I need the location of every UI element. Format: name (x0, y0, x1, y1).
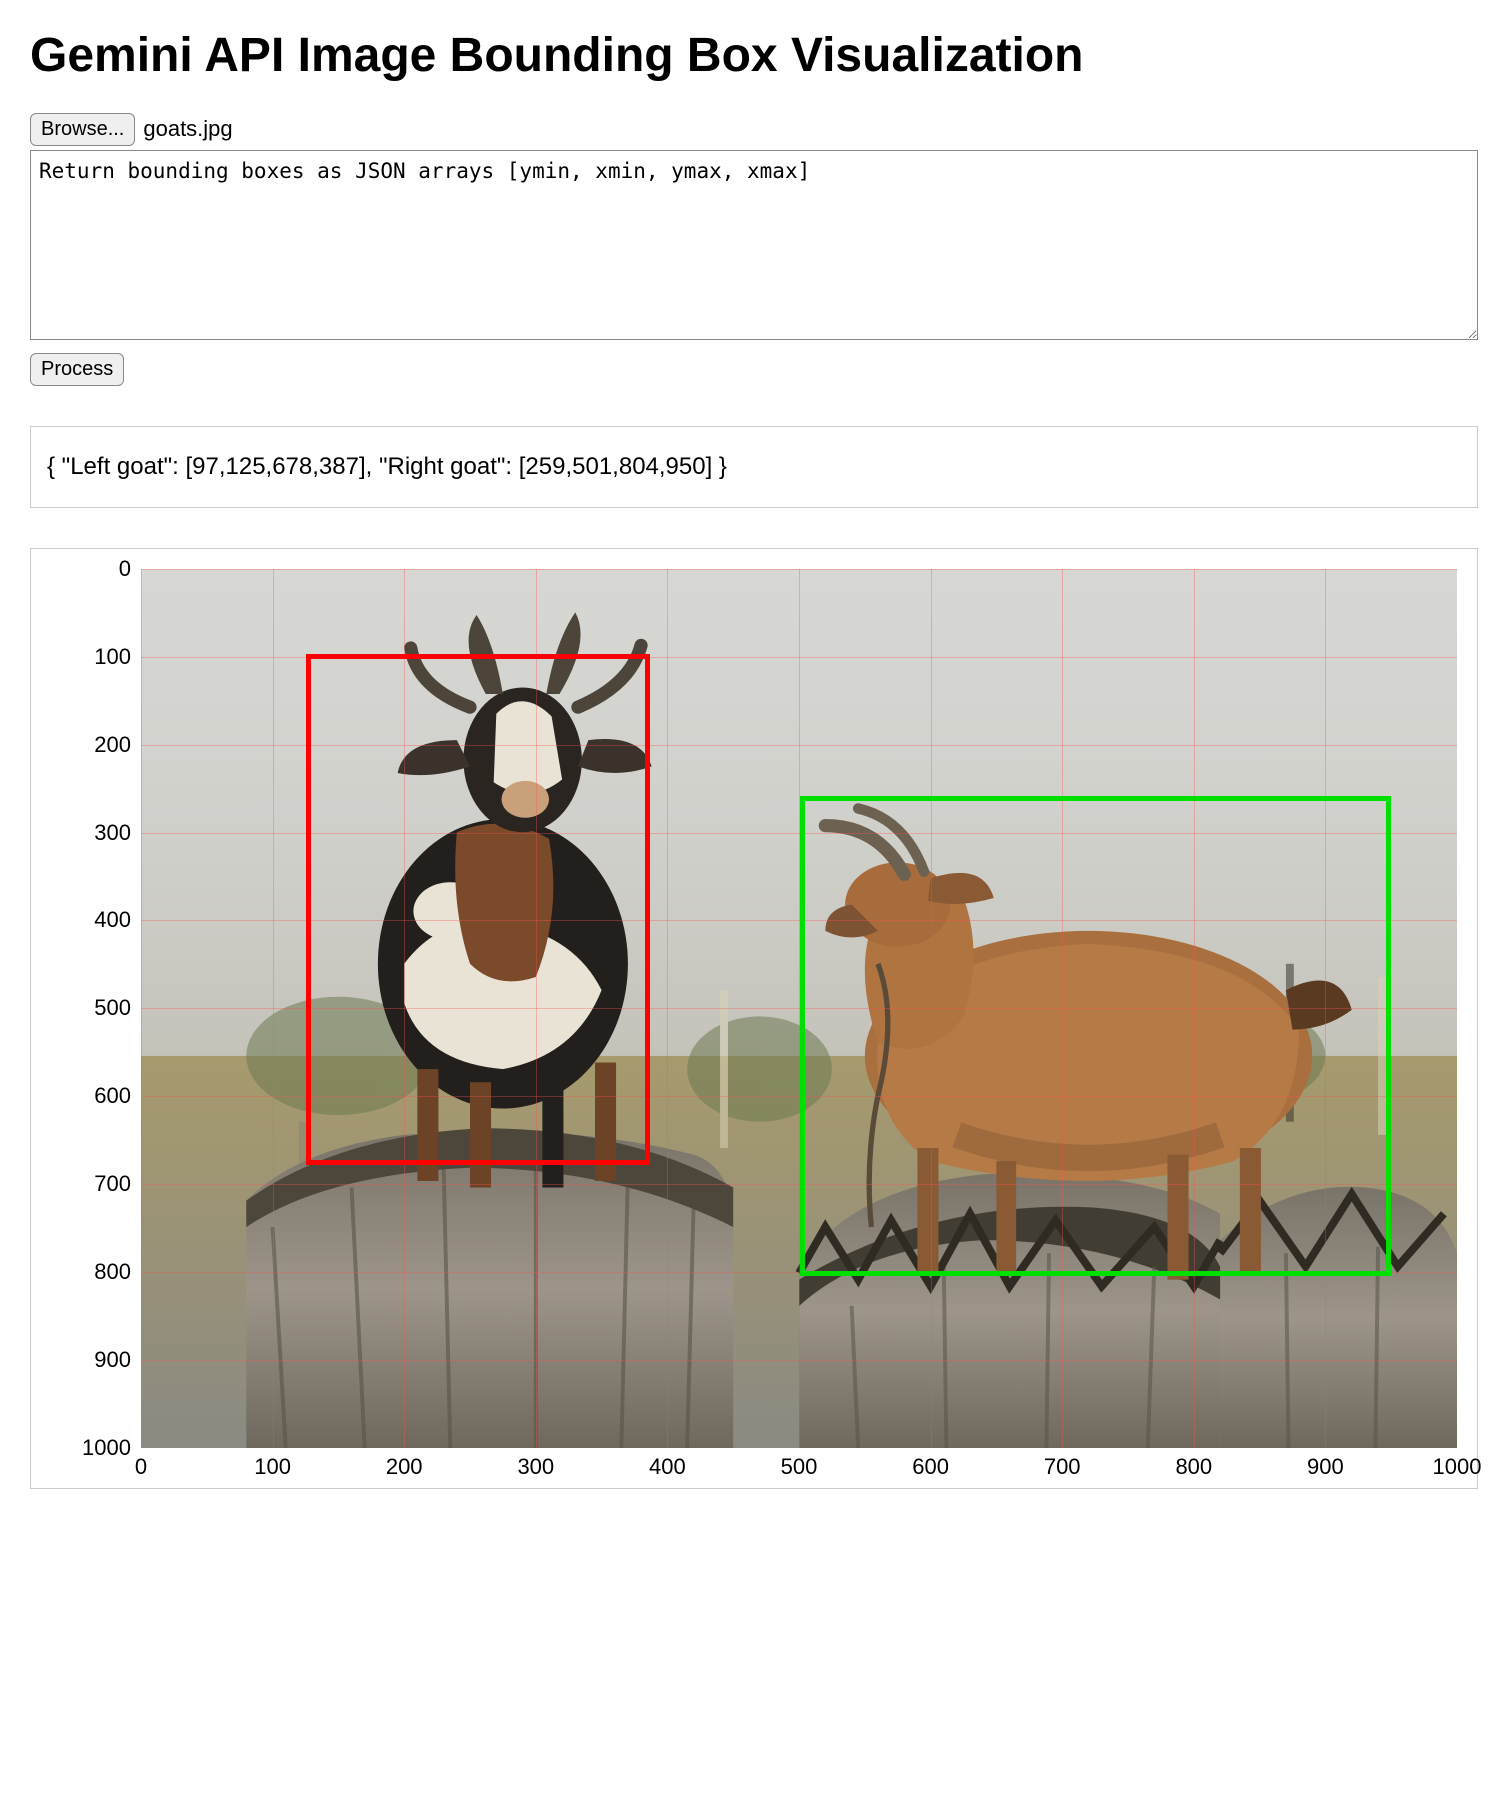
x-tick-label: 800 (1175, 1454, 1212, 1480)
y-tick-label: 200 (61, 732, 131, 758)
x-tick-label: 200 (386, 1454, 423, 1480)
y-tick-label: 300 (61, 820, 131, 846)
x-tick-label: 100 (254, 1454, 291, 1480)
bounding-box (800, 796, 1391, 1275)
browse-button[interactable]: Browse... (30, 113, 135, 146)
y-tick-label: 500 (61, 995, 131, 1021)
y-tick-label: 900 (61, 1347, 131, 1373)
x-tick-label: 900 (1307, 1454, 1344, 1480)
x-tick-label: 0 (135, 1454, 147, 1480)
file-input-row: Browse... goats.jpg (30, 113, 1478, 146)
x-tick-label: 300 (517, 1454, 554, 1480)
x-tick-label: 400 (649, 1454, 686, 1480)
bounding-box (306, 654, 651, 1165)
x-tick-label: 700 (1044, 1454, 1081, 1480)
y-tick-label: 1000 (61, 1435, 131, 1461)
x-tick-label: 1000 (1433, 1454, 1482, 1480)
api-output: { "Left goat": [97,125,678,387], "Right … (30, 426, 1478, 508)
x-tick-label: 600 (912, 1454, 949, 1480)
x-tick-label: 500 (781, 1454, 818, 1480)
visualization-panel: 0100200300400500600700800900100001002003… (30, 548, 1478, 1489)
page-title: Gemini API Image Bounding Box Visualizat… (30, 30, 1478, 83)
y-tick-label: 0 (61, 556, 131, 582)
y-tick-label: 600 (61, 1083, 131, 1109)
selected-file-name: goats.jpg (143, 116, 232, 142)
prompt-textarea[interactable] (30, 150, 1478, 340)
y-tick-label: 400 (61, 907, 131, 933)
y-tick-label: 800 (61, 1259, 131, 1285)
process-button[interactable]: Process (30, 353, 124, 386)
plot-area (141, 569, 1457, 1448)
y-tick-label: 700 (61, 1171, 131, 1197)
y-tick-label: 100 (61, 644, 131, 670)
